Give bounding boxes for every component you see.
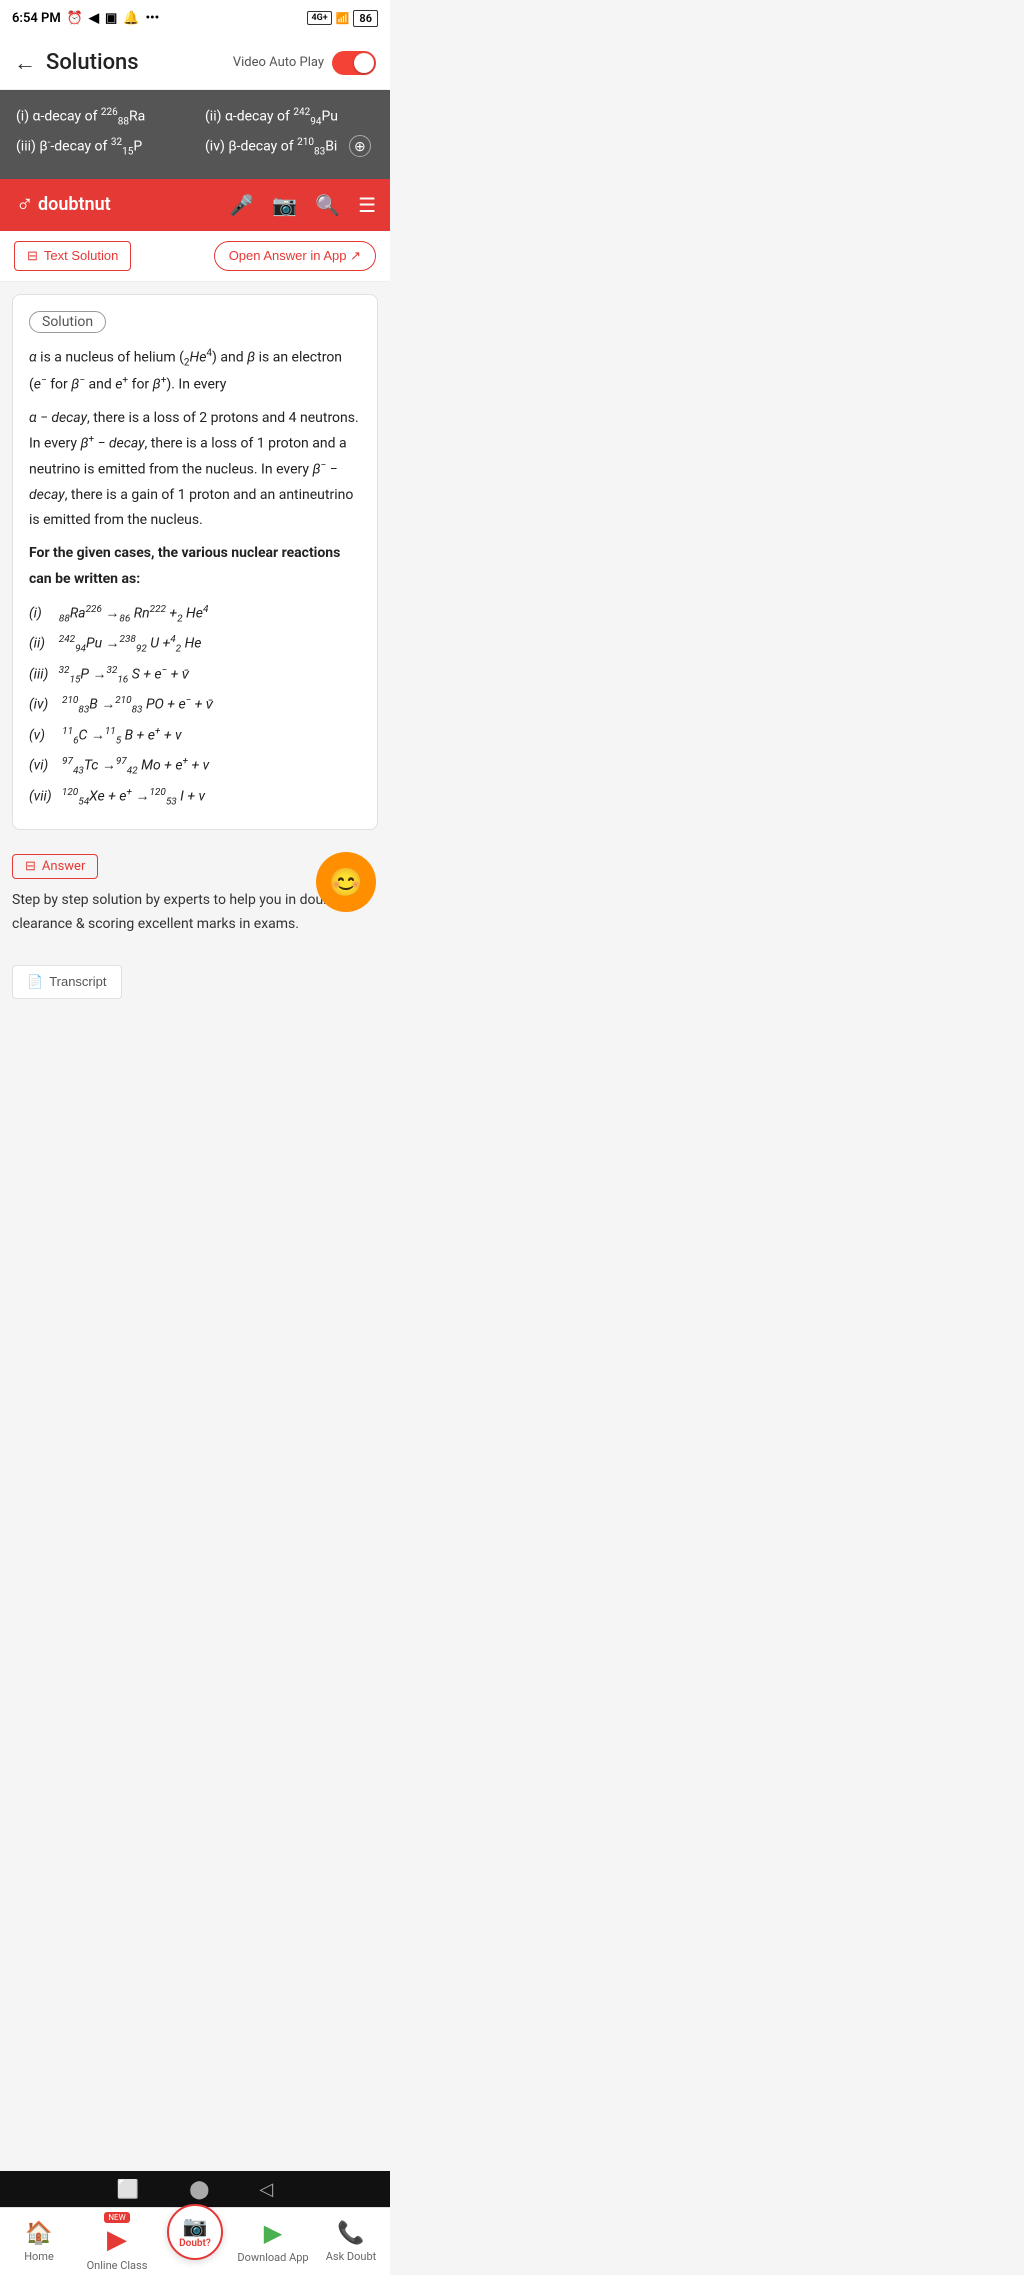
- nav-home[interactable]: 🏠 Home: [0, 2221, 78, 2263]
- bottom-nav: 🏠 Home NEW ▶ Online Class 📷 Doubt? ▶ Dow…: [0, 2207, 390, 2275]
- transcript-label: Transcript: [49, 974, 106, 989]
- search-icon[interactable]: 🔍: [315, 193, 340, 217]
- camera-icon[interactable]: 📷: [272, 193, 297, 217]
- status-bar: 6:54 PM ⏰ ◀ ▣ 🔔 ••• 4G+ 📶 86: [0, 0, 390, 36]
- doubt-label: Doubt?: [179, 2238, 211, 2249]
- solution-tag: Solution: [29, 311, 106, 333]
- text-solution-label: Text Solution: [44, 248, 118, 263]
- transcript-icon: 📄: [27, 974, 43, 990]
- online-class-label: Online Class: [87, 2259, 148, 2272]
- page-title: Solutions: [46, 50, 139, 75]
- battery-icon: 86: [353, 10, 378, 27]
- transcript-tab: 📄 Transcript: [0, 957, 390, 1007]
- auto-play-toggle[interactable]: [332, 51, 376, 75]
- ask-doubt-label: Ask Doubt: [326, 2250, 377, 2263]
- minus-square-icon: ⊟: [27, 248, 38, 264]
- time: 6:54 PM: [12, 11, 61, 26]
- reaction-7: (vii) 12054Xe + e+ →12053 I + v: [29, 783, 361, 811]
- auto-play-label: Video Auto Play: [233, 55, 324, 70]
- online-class-icon: ▶: [107, 2225, 127, 2255]
- reaction-5: (v) 116C →115 B + e+ + v: [29, 722, 361, 750]
- nav-online-class[interactable]: NEW ▶ Online Class: [78, 2212, 156, 2272]
- nav-doubt[interactable]: 📷 Doubt?: [156, 2224, 234, 2260]
- text-solution-button[interactable]: ⊟ Text Solution: [14, 241, 131, 271]
- question-item-1: (i) α-decay of 22688Ra: [16, 104, 185, 130]
- status-right: 4G+ 📶 86: [307, 10, 378, 27]
- navigation-icon: ◀: [89, 11, 99, 26]
- reaction-4: (iv) 21083B →21083 PO + e− + v̄: [29, 691, 361, 719]
- solution-para-2: α − decay, there is a loss of 2 protons …: [29, 406, 361, 533]
- top-nav-left: ← Solutions: [14, 50, 139, 76]
- reaction-1: (i) 88Ra226 →86 Rn222 +2 He4: [29, 600, 361, 628]
- download-app-icon: ▶: [264, 2219, 282, 2247]
- menu-icon[interactable]: ☰: [358, 193, 376, 217]
- question-item-3: (iii) β--decay of 3215P: [16, 134, 185, 160]
- nav-download-app[interactable]: ▶ Download App: [234, 2219, 312, 2264]
- doubtnut-header: ♂ doubtnut 🎤 📷 🔍 ☰: [0, 179, 390, 231]
- bottom-spacer: [0, 1007, 390, 1107]
- status-left: 6:54 PM ⏰ ◀ ▣ 🔔 •••: [12, 11, 159, 26]
- mascot: 😊: [316, 852, 376, 912]
- dots-icon: •••: [145, 11, 159, 26]
- answer-tag: ⊟ Answer: [12, 854, 98, 879]
- mic-icon[interactable]: 🎤: [229, 193, 254, 217]
- logo-icon: ♂: [14, 190, 32, 219]
- solution-box: Solution α is a nucleus of helium (2He4)…: [12, 294, 378, 830]
- header-icons: 🎤 📷 🔍 ☰: [229, 193, 376, 217]
- question-image: (i) α-decay of 22688Ra (ii) α-decay of 2…: [0, 90, 390, 179]
- solution-text: α is a nucleus of helium (2He4) and β is…: [29, 345, 361, 811]
- logo-text: doubtnut: [38, 194, 111, 215]
- doubt-button[interactable]: 📷 Doubt?: [167, 2204, 223, 2260]
- online-class-new-badge: NEW: [104, 2212, 129, 2223]
- reaction-2: (ii) 24294Pu →23892 U +42 He: [29, 630, 361, 658]
- open-answer-button[interactable]: Open Answer in App ↗: [214, 241, 376, 271]
- doubtnut-logo: ♂ doubtnut: [14, 190, 111, 219]
- doubt-icon: 📷: [183, 2214, 208, 2238]
- clipboard-icon: ▣: [105, 11, 117, 26]
- signal-icon: 📶: [336, 12, 350, 25]
- reaction-6: (vi) 9743Tc →9742 Mo + e+ + v: [29, 752, 361, 780]
- ask-doubt-icon: 📞: [337, 2221, 364, 2246]
- solution-para-1: α is a nucleus of helium (2He4) and β is…: [29, 345, 361, 398]
- network-badge: 4G+: [307, 11, 331, 25]
- transcript-button[interactable]: 📄 Transcript: [12, 965, 122, 999]
- open-answer-label: Open Answer in App ↗: [229, 248, 361, 264]
- reaction-3: (iii) 3215P →3216 S + e− + v̄: [29, 661, 361, 689]
- top-nav-right: Video Auto Play: [233, 51, 376, 75]
- nav-ask-doubt[interactable]: 📞 Ask Doubt: [312, 2221, 390, 2263]
- home-label: Home: [24, 2250, 54, 2263]
- answer-tag-icon: ⊟: [25, 859, 36, 874]
- alarm-icon: ⏰: [67, 11, 83, 26]
- alert-icon: 🔔: [123, 11, 139, 26]
- back-button[interactable]: ←: [14, 50, 36, 76]
- toggle-knob: [354, 53, 374, 73]
- action-bar: ⊟ Text Solution Open Answer in App ↗: [0, 231, 390, 282]
- system-nav: ⬜ ⬤ ◁: [0, 2171, 390, 2207]
- answer-tag-label: Answer: [42, 859, 85, 874]
- question-item-4: (iv) β-decay of 21083Bi ⊕: [205, 134, 374, 160]
- solution-para-3: For the given cases, the various nuclear…: [29, 541, 361, 591]
- solution-container: Solution α is a nucleus of helium (2He4)…: [0, 282, 390, 842]
- sys-circle-btn[interactable]: ⬤: [189, 2179, 209, 2200]
- sys-back-btn[interactable]: ◁: [259, 2179, 273, 2200]
- answer-section: ⊟ Answer 😊 Step by step solution by expe…: [0, 842, 390, 957]
- home-icon: 🏠: [25, 2221, 52, 2246]
- question-item-2: (ii) α-decay of 24294Pu: [205, 104, 374, 130]
- download-app-label: Download App: [237, 2251, 308, 2264]
- top-nav: ← Solutions Video Auto Play: [0, 36, 390, 90]
- sys-square-btn[interactable]: ⬜: [117, 2179, 139, 2200]
